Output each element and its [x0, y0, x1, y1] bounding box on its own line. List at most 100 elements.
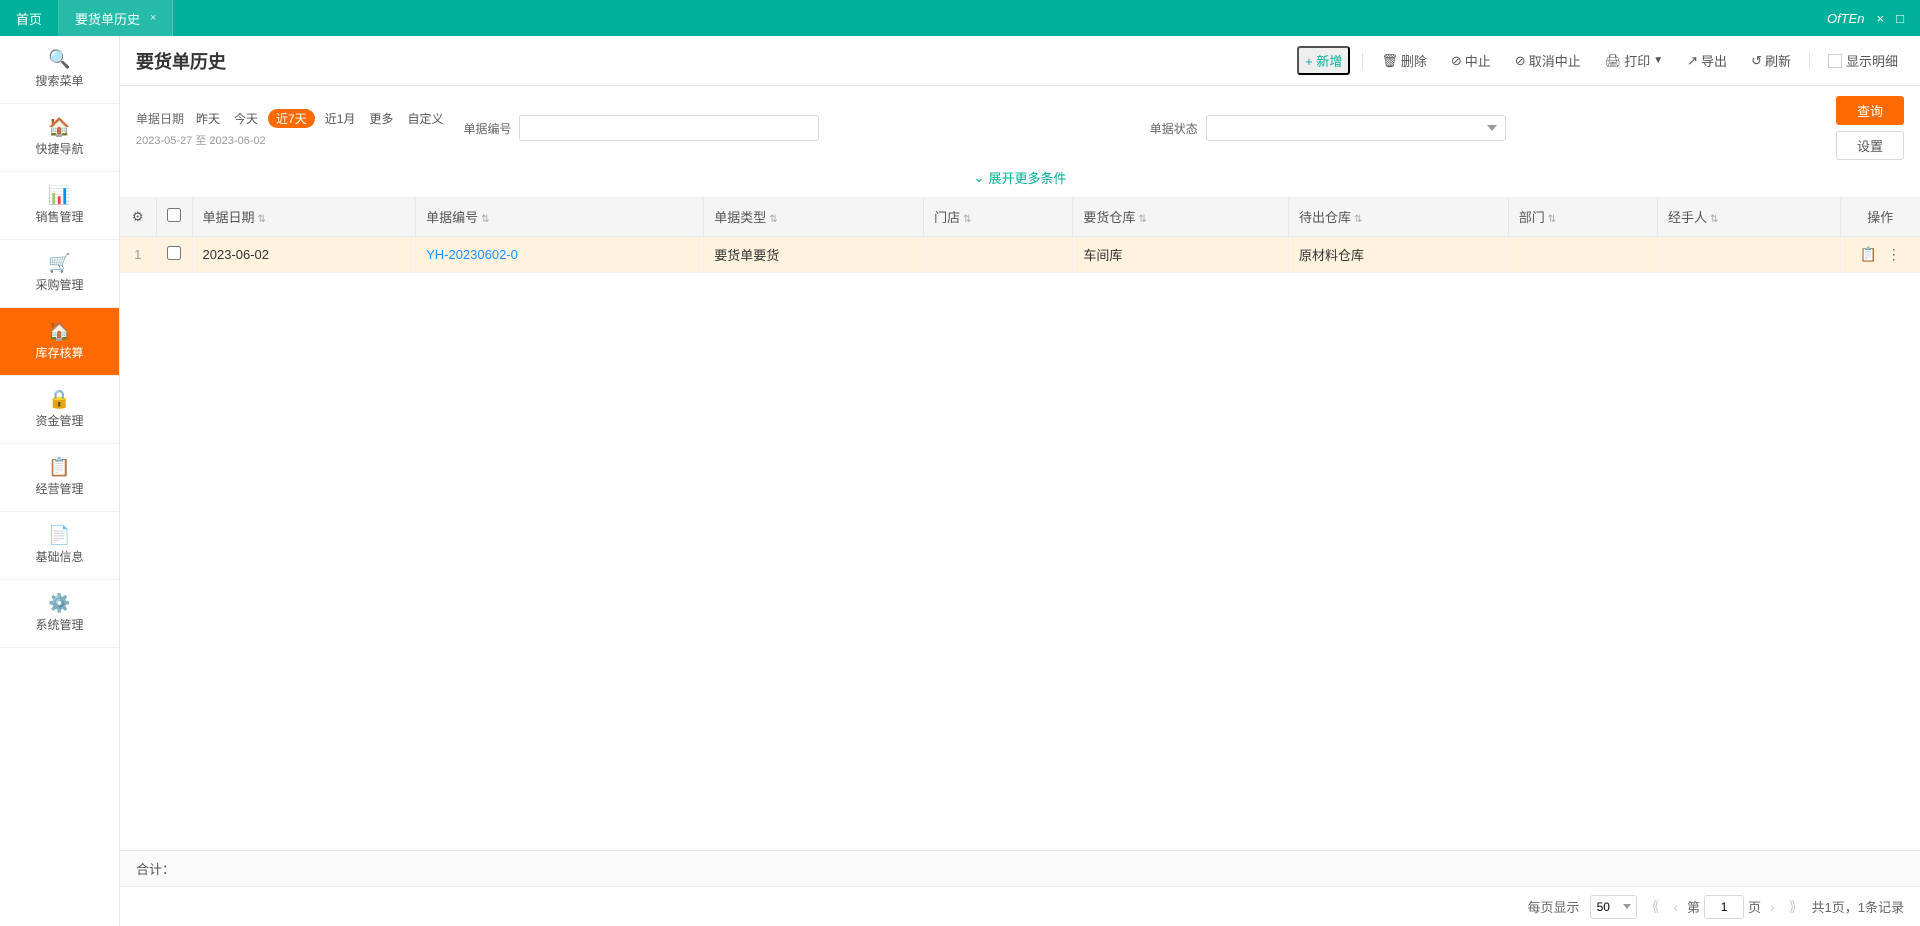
filter-bar: 单据日期 昨天 今天 近7天 近1月 更多 自定义 2023-05-27 至 2…	[120, 86, 1920, 198]
page-last-btn[interactable]: ⟫	[1784, 896, 1802, 917]
row-checkbox-cell[interactable]	[156, 236, 192, 272]
delete-btn[interactable]: 🗑 删除	[1375, 48, 1433, 73]
sort-doc-type-icon: ⇅	[769, 214, 777, 225]
doc-number-link[interactable]: YH-20230602-0	[426, 247, 518, 262]
sidebar-item-sys-mgmt[interactable]: ⚙️ 系统管理	[0, 580, 119, 648]
stop-btn[interactable]: ⊘ 中止	[1445, 48, 1497, 73]
col-settings[interactable]: ⚙	[120, 198, 156, 236]
date-range-display: 2023-05-27 至 2023-06-02	[136, 132, 447, 148]
tab-home[interactable]: 单据日期 首页	[0, 0, 59, 36]
date-custom[interactable]: 自定义	[403, 109, 447, 128]
sidebar-quick-nav-label: 快捷导航	[35, 140, 83, 157]
expand-more-btn[interactable]: ⌄ 展开更多条件	[136, 168, 1904, 187]
table-row: 1 2023-06-02 YH-20230602-0 要货单要货 车间库 原材料…	[120, 236, 1920, 272]
col-pending-warehouse[interactable]: 待出仓库⇅	[1288, 198, 1508, 236]
divider-1	[1362, 53, 1363, 69]
page-header: 要货单历史 + 新增 🗑 删除 ⊘ 中止 ⊘ 取消中止	[120, 36, 1920, 86]
date-7days[interactable]: 近7天	[268, 109, 315, 128]
show-detail-label: 显示明细	[1846, 51, 1898, 70]
cell-shop	[924, 236, 1073, 272]
main-layout: 🔍 搜索菜单 🏠 快捷导航 📊 销售管理 🛒 采购管理 🏠 库存核算 🔒 资金管…	[0, 36, 1920, 926]
settings-btn[interactable]: 设置	[1836, 131, 1904, 160]
date-more[interactable]: 更多	[365, 109, 397, 128]
query-btn[interactable]: 查询	[1836, 96, 1904, 125]
page-title: 要货单历史	[136, 48, 226, 74]
chevron-down-icon: ⌄	[974, 170, 985, 186]
sort-pending-warehouse-icon: ⇅	[1354, 214, 1362, 225]
page-number-input[interactable]	[1704, 895, 1744, 919]
settings-col-icon: ⚙	[132, 209, 144, 224]
ops-mgmt-icon: 📋	[48, 458, 70, 476]
col-doc-date[interactable]: 单据日期⇅	[192, 198, 416, 236]
show-detail-checkbox[interactable]	[1828, 54, 1842, 68]
refresh-btn-label: 刷新	[1765, 51, 1791, 70]
tab-close-icon[interactable]: ×	[150, 12, 156, 24]
sidebar-item-sales-mgmt[interactable]: 📊 销售管理	[0, 172, 119, 240]
date-today[interactable]: 今天	[230, 109, 262, 128]
new-btn[interactable]: + 新增	[1297, 46, 1350, 75]
sidebar-item-basic-info[interactable]: 📄 基础信息	[0, 512, 119, 580]
page-info: 共1页，1条记录	[1812, 897, 1904, 916]
sidebar-item-quick-nav[interactable]: 🏠 快捷导航	[0, 104, 119, 172]
cell-req-warehouse: 车间库	[1073, 236, 1289, 272]
refresh-btn[interactable]: ↺ 刷新	[1745, 48, 1797, 73]
expand-more-label: 展开更多条件	[988, 168, 1066, 187]
col-handler[interactable]: 经手人⇅	[1658, 198, 1841, 236]
cell-doc-date: 2023-06-02	[192, 236, 416, 272]
page-label-2: 页	[1748, 897, 1761, 916]
sidebar-item-finance-mgmt[interactable]: 🔒 资金管理	[0, 376, 119, 444]
page-first-btn[interactable]: ⟪	[1647, 896, 1665, 917]
page-next-btn[interactable]: ›	[1765, 897, 1780, 917]
col-shop[interactable]: 门店⇅	[924, 198, 1073, 236]
quick-nav-icon: 🏠	[48, 118, 70, 136]
col-req-warehouse[interactable]: 要货仓库⇅	[1073, 198, 1289, 236]
purchase-mgmt-icon: 🛒	[48, 254, 70, 272]
show-detail-btn[interactable]: 显示明细	[1822, 48, 1904, 73]
cancel-stop-btn[interactable]: ⊘ 取消中止	[1509, 48, 1587, 73]
tab-order-history[interactable]: 要货单历史 ×	[59, 0, 173, 36]
footer-total: 合计：	[120, 850, 1920, 886]
col-ops: 操作	[1840, 198, 1920, 236]
cell-doc-number: YH-20230602-0	[416, 236, 704, 272]
date-1month[interactable]: 近1月	[321, 109, 360, 128]
date-yesterday[interactable]: 昨天	[192, 109, 224, 128]
col-doc-type[interactable]: 单据类型⇅	[704, 198, 924, 236]
basic-info-icon: 📄	[48, 526, 70, 544]
sidebar-item-inventory[interactable]: 🏠 库存核算	[0, 308, 119, 376]
finance-mgmt-icon: 🔒	[48, 390, 70, 408]
print-dropdown-icon: ▼	[1653, 55, 1663, 66]
sidebar-item-purchase-mgmt[interactable]: 🛒 采购管理	[0, 240, 119, 308]
col-department[interactable]: 部门⇅	[1508, 198, 1657, 236]
print-btn[interactable]: 🖨 打印 ▼	[1599, 48, 1669, 73]
row-edit-btn[interactable]: 📋	[1857, 246, 1880, 262]
row-checkbox[interactable]	[167, 246, 181, 260]
sidebar-item-ops-mgmt[interactable]: 📋 经营管理	[0, 444, 119, 512]
sidebar-purchase-mgmt-label: 采购管理	[35, 276, 83, 293]
window-close-btn[interactable]: ×	[1877, 11, 1885, 26]
export-btn[interactable]: ↗ 导出	[1681, 48, 1733, 73]
col-doc-number[interactable]: 单据编号⇅	[416, 198, 704, 236]
sort-req-warehouse-icon: ⇅	[1138, 214, 1146, 225]
page-size-label: 每页显示	[1528, 897, 1580, 916]
select-all-checkbox[interactable]	[167, 208, 181, 222]
row-more-btn[interactable]: ⋮	[1884, 246, 1904, 262]
page-prev-btn[interactable]: ‹	[1668, 897, 1683, 917]
filter-row-1: 单据日期 昨天 今天 近7天 近1月 更多 自定义 2023-05-27 至 2…	[136, 96, 1904, 160]
doc-number-input[interactable]	[519, 115, 819, 141]
col-checkbox[interactable]	[156, 198, 192, 236]
doc-status-select[interactable]	[1206, 115, 1506, 141]
sys-mgmt-icon: ⚙️	[48, 594, 70, 612]
page-size-select[interactable]: 20 50 100	[1590, 895, 1637, 919]
page-label: 第	[1687, 897, 1700, 916]
cancel-stop-icon: ⊘	[1515, 53, 1526, 69]
print-btn-label: 打印	[1624, 51, 1650, 70]
cell-ops: 📋 ⋮	[1840, 236, 1920, 272]
footer-total-label: 合计：	[136, 859, 175, 878]
sidebar-item-search-menu[interactable]: 🔍 搜索菜单	[0, 36, 119, 104]
content-area: 要货单历史 + 新增 🗑 删除 ⊘ 中止 ⊘ 取消中止	[120, 36, 1920, 926]
table-body: 1 2023-06-02 YH-20230602-0 要货单要货 车间库 原材料…	[120, 236, 1920, 272]
sidebar-basic-info-label: 基础信息	[35, 548, 83, 565]
sort-department-icon: ⇅	[1548, 214, 1556, 225]
window-maximize-btn[interactable]: □	[1896, 11, 1904, 26]
sidebar-sales-mgmt-label: 销售管理	[35, 208, 83, 225]
